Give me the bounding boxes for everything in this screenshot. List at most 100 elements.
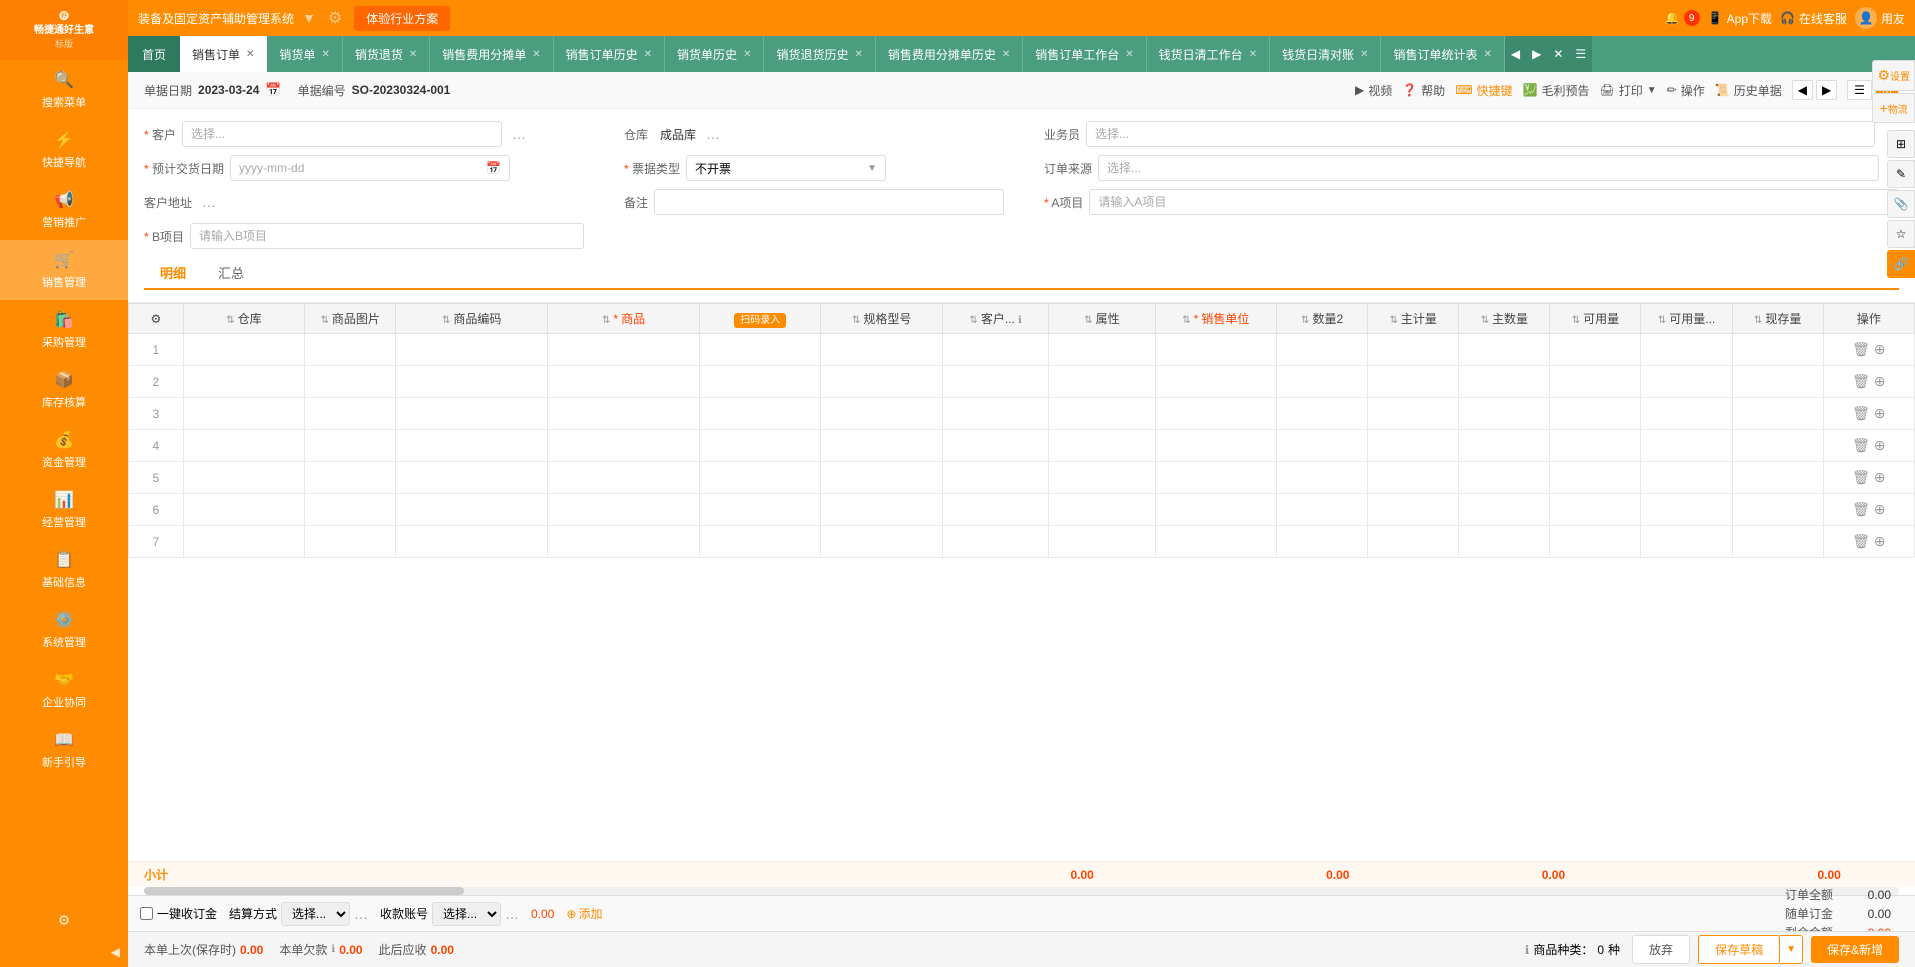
tab-next-btn[interactable]: ▶: [1526, 36, 1547, 72]
col-header-warehouse[interactable]: ⇅ 仓库: [183, 304, 304, 334]
row-6-delete-icon[interactable]: 🗑: [1852, 501, 1870, 518]
col-header-main-unit[interactable]: ⇅ 主计量: [1368, 304, 1459, 334]
row-7-copy-icon[interactable]: ⊕: [1874, 533, 1886, 550]
tab-daily-workbench[interactable]: 钱货日清工作台 ✕: [1147, 36, 1270, 72]
print-btn[interactable]: 🖨 打印 ▼: [1600, 82, 1657, 99]
online-support-area[interactable]: 🎧 在线客服: [1780, 10, 1847, 27]
row-4-copy-icon[interactable]: ⊕: [1874, 437, 1886, 454]
sidebar-item-sales[interactable]: 🛒 销售管理: [0, 240, 128, 300]
right-panel-star-icon[interactable]: ☆: [1887, 220, 1915, 248]
row-7-delete-icon[interactable]: 🗑: [1852, 533, 1870, 550]
tab-sales-order-close[interactable]: ✕: [246, 49, 254, 60]
row-1-product[interactable]: [548, 334, 700, 366]
sidebar-item-enterprise[interactable]: 🤝 企业协同: [0, 660, 128, 720]
col-header-unit[interactable]: ⇅ * 销售单位: [1155, 304, 1276, 334]
col-header-code[interactable]: ⇅ 商品编码: [396, 304, 548, 334]
prev-record-btn[interactable]: ◀: [1792, 80, 1813, 100]
row-1-main-unit[interactable]: [1368, 334, 1459, 366]
horizontal-scrollbar-thumb[interactable]: [144, 887, 464, 895]
next-record-btn[interactable]: ▶: [1816, 80, 1837, 100]
ticket-type-select[interactable]: 不开票 ▼: [686, 155, 886, 181]
tab-sales-order-history-close[interactable]: ✕: [644, 49, 652, 60]
notification-area[interactable]: 🔔 9: [1665, 10, 1700, 26]
row-1-scan[interactable]: [699, 334, 820, 366]
horizontal-scrollbar-track[interactable]: [144, 887, 1899, 895]
tab-order-workbench-close[interactable]: ✕: [1125, 49, 1133, 60]
row-1-qty2[interactable]: [1277, 334, 1368, 366]
tab-summary[interactable]: 汇总: [202, 257, 260, 288]
sidebar-item-marketing[interactable]: 📢 营销推广: [0, 180, 128, 240]
tab-prev-btn[interactable]: ◀: [1505, 36, 1526, 72]
row-2-delete-icon[interactable]: 🗑: [1852, 373, 1870, 390]
system-dropdown-icon[interactable]: ▼: [302, 10, 316, 26]
payment-more-icon[interactable]: …: [354, 906, 368, 922]
tab-sales-return[interactable]: 销货退货 ✕: [343, 36, 430, 72]
row-1-copy-icon[interactable]: ⊕: [1874, 341, 1886, 358]
a-project-input[interactable]: [1089, 189, 1899, 215]
tab-menu-btn[interactable]: ☰: [1569, 36, 1592, 72]
row-6-copy-icon[interactable]: ⊕: [1874, 501, 1886, 518]
tab-daily-reconcile[interactable]: 钱货日清对账 ✕: [1270, 36, 1381, 72]
row-3-delete-icon[interactable]: 🗑: [1852, 405, 1870, 422]
right-panel-attachment-icon[interactable]: 📎: [1887, 190, 1915, 218]
tab-return-history-close[interactable]: ✕: [854, 49, 862, 60]
date-picker-icon[interactable]: 📅: [486, 161, 501, 175]
row-1-code[interactable]: [396, 334, 548, 366]
tab-sales-expense-close[interactable]: ✕: [532, 49, 540, 60]
right-panel-edit-icon[interactable]: ✎: [1887, 160, 1915, 188]
row-3-copy-icon[interactable]: ⊕: [1874, 405, 1886, 422]
order-source-input[interactable]: [1098, 155, 1879, 181]
row-1-delete-icon[interactable]: 🗑: [1852, 341, 1870, 358]
right-panel-grid-icon[interactable]: ⊞: [1887, 130, 1915, 158]
tab-stats[interactable]: 销售订单统计表 ✕: [1381, 36, 1504, 72]
info-icon-product[interactable]: ℹ: [1525, 943, 1530, 957]
row-1-main-qty[interactable]: [1459, 334, 1550, 366]
tab-return-history[interactable]: 销货退货历史 ✕: [764, 36, 875, 72]
row-1-unit[interactable]: [1155, 334, 1276, 366]
app-download-area[interactable]: 📱 App下载: [1708, 10, 1772, 27]
sidebar-item-basic-info[interactable]: 📋 基础信息: [0, 540, 128, 600]
col-header-stock[interactable]: ⇅ 现存量: [1732, 304, 1823, 334]
add-material-btn[interactable]: + 物流: [1872, 93, 1915, 123]
col-header-gear[interactable]: ⚙: [129, 304, 184, 334]
discard-btn[interactable]: 放弃: [1632, 935, 1690, 964]
history-doc-btn[interactable]: 📜 历史单据: [1715, 82, 1782, 99]
sidebar-item-guide[interactable]: 📖 新手引导: [0, 720, 128, 780]
sidebar-settings-btn[interactable]: ⚙: [0, 904, 128, 937]
tab-sales-return-close[interactable]: ✕: [409, 49, 417, 60]
sidebar-item-inventory[interactable]: 📦 库存核算: [0, 360, 128, 420]
col-header-product[interactable]: ⇅ * 商品: [548, 304, 700, 334]
salesperson-input[interactable]: [1086, 121, 1875, 147]
list-view-btn[interactable]: ☰: [1847, 80, 1872, 100]
sidebar-collapse-btn[interactable]: ◀: [0, 937, 128, 967]
industry-solution-btn[interactable]: 体验行业方案: [354, 6, 450, 31]
table-scroll-wrap[interactable]: ⚙ ⇅ 仓库 ⇅ 商品图片 ⇅: [128, 303, 1915, 861]
tab-expense-history-close[interactable]: ✕: [1002, 49, 1010, 60]
row-1-spec[interactable]: [821, 334, 942, 366]
operation-btn[interactable]: ✏ 操作: [1667, 82, 1705, 99]
sidebar-item-purchase[interactable]: 🛍️ 采购管理: [0, 300, 128, 360]
col-header-avail2[interactable]: ⇅ 可用量...: [1641, 304, 1732, 334]
tab-home[interactable]: 首页: [128, 36, 180, 72]
col-header-scan[interactable]: 扫码录入: [699, 304, 820, 334]
row-1-avail2[interactable]: [1641, 334, 1732, 366]
tab-sales-invoice-close[interactable]: ✕: [321, 49, 329, 60]
row-1-warehouse[interactable]: [183, 334, 304, 366]
tab-sales-expense[interactable]: 销售费用分摊单 ✕: [430, 36, 553, 72]
row-1-img[interactable]: [305, 334, 396, 366]
shortcut-btn[interactable]: ⌨ 快捷键: [1455, 82, 1512, 99]
col-header-customer[interactable]: ⇅ 客户... ℹ: [942, 304, 1048, 334]
sidebar-item-finance[interactable]: 💰 资金管理: [0, 420, 128, 480]
row-5-delete-icon[interactable]: 🗑: [1852, 469, 1870, 486]
sidebar-item-system[interactable]: ⚙️ 系统管理: [0, 600, 128, 660]
tab-sales-invoice-history[interactable]: 销货单历史 ✕: [665, 36, 764, 72]
tab-detail[interactable]: 明细: [144, 257, 202, 290]
add-btn[interactable]: ⊕ 添加: [566, 905, 602, 922]
payment-method-select[interactable]: 选择...: [281, 902, 350, 926]
info-icon[interactable]: ℹ: [1018, 315, 1022, 326]
tab-daily-workbench-close[interactable]: ✕: [1249, 49, 1257, 60]
row-1-stock[interactable]: [1732, 334, 1823, 366]
calendar-icon[interactable]: 📅: [265, 82, 281, 98]
save-draft-dropdown-btn[interactable]: ▼: [1780, 935, 1803, 964]
col-header-img[interactable]: ⇅ 商品图片: [305, 304, 396, 334]
